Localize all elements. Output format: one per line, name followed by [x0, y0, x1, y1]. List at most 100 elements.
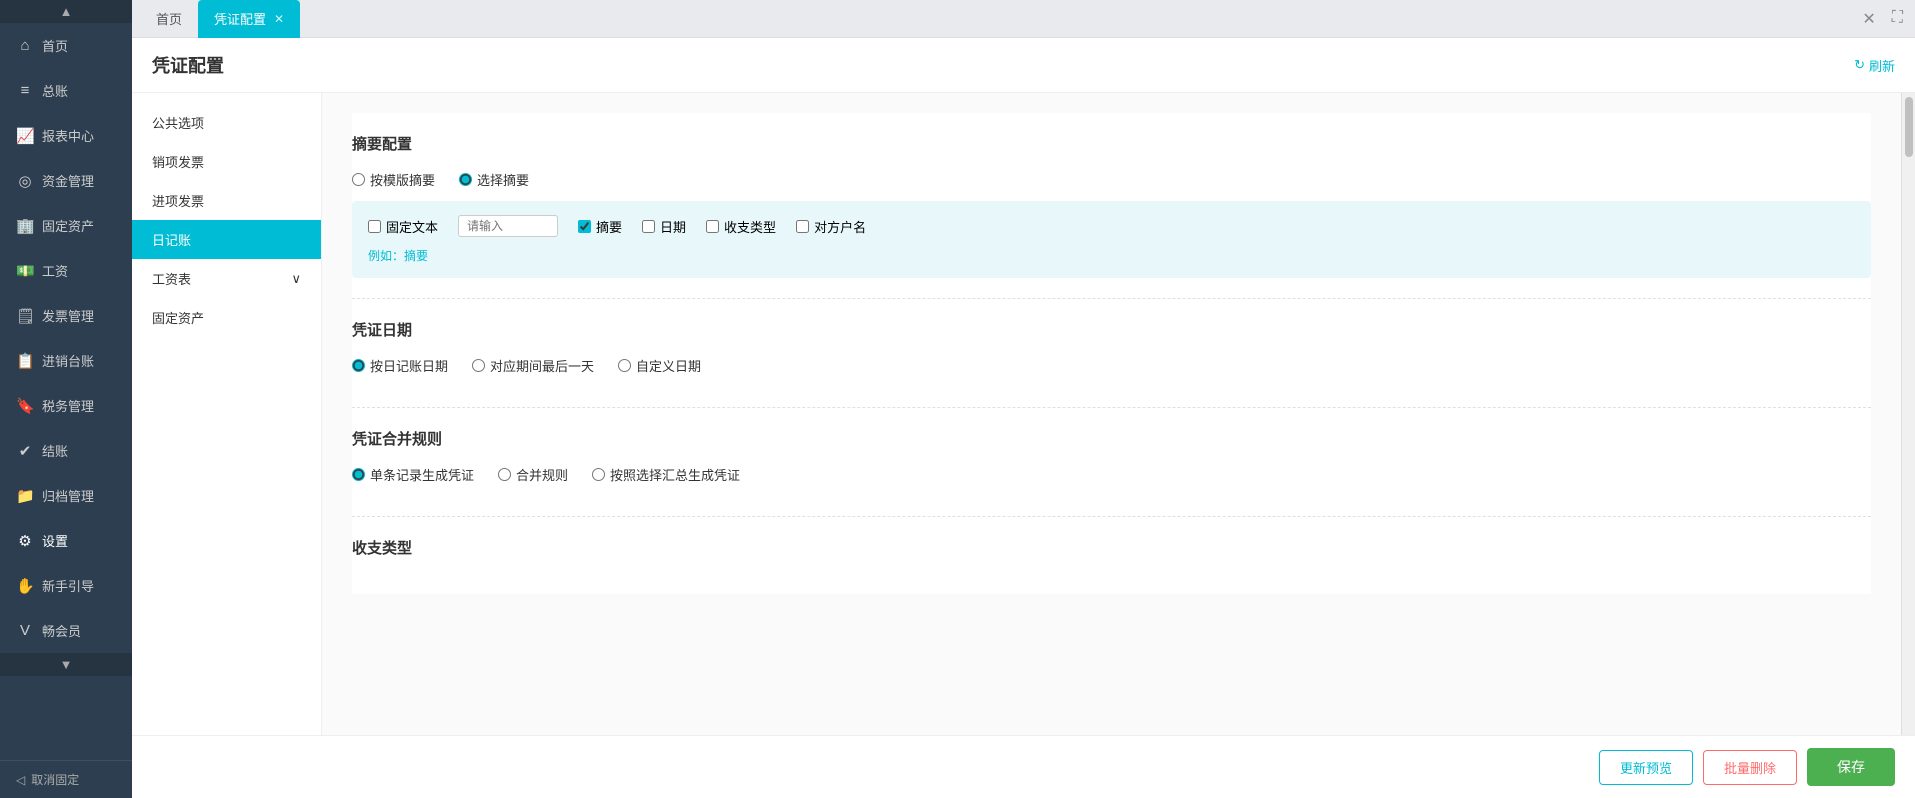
- refresh-icon: ↻: [1854, 57, 1865, 73]
- voucher-merge-radio-group: 单条记录生成凭证 合并规则 按照选择汇总生成凭证: [352, 465, 1871, 484]
- select-summary-radio[interactable]: [459, 173, 472, 186]
- single-record-radio[interactable]: [352, 468, 365, 481]
- home-icon: ⌂: [16, 37, 34, 54]
- by-journal-date-radio[interactable]: [352, 359, 365, 372]
- voucher-date-title: 凭证日期: [352, 319, 1871, 340]
- income-type-checkbox-item[interactable]: 收支类型: [706, 217, 776, 236]
- last-day-option[interactable]: 对应期间最后一天: [472, 356, 594, 375]
- tab-home[interactable]: 首页: [140, 0, 198, 38]
- sidebar-item-reports[interactable]: 📈 报表中心: [0, 113, 132, 158]
- template-summary-radio[interactable]: [352, 173, 365, 186]
- left-nav-fixed-assets[interactable]: 固定资产: [132, 298, 321, 337]
- select-summary-option[interactable]: 选择摘要: [459, 170, 529, 189]
- chevron-down-icon: ∨: [291, 271, 301, 287]
- refresh-button[interactable]: ↻ 刷新: [1854, 56, 1895, 75]
- merge-rules-label: 合并规则: [516, 465, 568, 484]
- main-area: 首页 凭证配置 ✕ ✕ ⛶ 凭证配置 ↻ 刷新 公共选项 销项发票 进项: [132, 0, 1915, 798]
- update-preview-button[interactable]: 更新预览: [1599, 750, 1693, 785]
- by-selection-option[interactable]: 按照选择汇总生成凭证: [592, 465, 740, 484]
- voucher-merge-section: 凭证合并规则 单条记录生成凭证 合并规则 按照选择汇总生成凭证: [352, 408, 1871, 517]
- left-nav-fixed-assets-label: 固定资产: [152, 308, 204, 327]
- sidebar-unpin-button[interactable]: ◁ 取消固定: [0, 760, 132, 798]
- assets-icon: 🏢: [16, 217, 34, 235]
- fixed-text-input[interactable]: [458, 215, 558, 237]
- abstract-checkbox[interactable]: [578, 220, 591, 233]
- custom-date-label: 自定义日期: [636, 356, 701, 375]
- by-selection-label: 按照选择汇总生成凭证: [610, 465, 740, 484]
- merge-rules-radio[interactable]: [498, 468, 511, 481]
- left-nav-payroll[interactable]: 工资表 ∨: [132, 259, 321, 298]
- by-journal-date-option[interactable]: 按日记账日期: [352, 356, 448, 375]
- sidebar-item-home[interactable]: ⌂ 首页: [0, 23, 132, 68]
- left-nav-journal[interactable]: 日记账: [132, 220, 321, 259]
- settle-icon: ✔: [16, 442, 34, 460]
- page-title: 凭证配置: [152, 52, 224, 78]
- sidebar-item-label: 进销台账: [42, 351, 94, 370]
- sidebar-item-sales[interactable]: 📋 进销台账: [0, 338, 132, 383]
- sidebar-item-label: 发票管理: [42, 306, 94, 325]
- fixed-text-checkbox-item[interactable]: 固定文本: [368, 217, 438, 236]
- income-expense-title: 收支类型: [352, 537, 1871, 558]
- custom-date-radio[interactable]: [618, 359, 631, 372]
- left-nav-sales-invoice-label: 销项发票: [152, 152, 204, 171]
- sidebar: ▲ ⌂ 首页 ≡ 总账 📈 报表中心 ◎ 资金管理 🏢 固定资产 💵 工资 🗒 …: [0, 0, 132, 798]
- sidebar-item-settle[interactable]: ✔ 结账: [0, 428, 132, 473]
- by-selection-radio[interactable]: [592, 468, 605, 481]
- counterpart-name-checkbox[interactable]: [796, 220, 809, 233]
- voucher-date-radio-group: 按日记账日期 对应期间最后一天 自定义日期: [352, 356, 1871, 375]
- funds-icon: ◎: [16, 172, 34, 190]
- scrollbar-thumb[interactable]: [1905, 97, 1913, 157]
- abstract-checkbox-item[interactable]: 摘要: [578, 217, 622, 236]
- sidebar-scroll-down[interactable]: ▼: [0, 653, 132, 676]
- sidebar-item-archive[interactable]: 📁 归档管理: [0, 473, 132, 518]
- left-nav-purchase-invoice-label: 进项发票: [152, 191, 204, 210]
- sidebar-item-funds[interactable]: ◎ 资金管理: [0, 158, 132, 203]
- sidebar-item-label: 畅会员: [42, 621, 81, 640]
- sidebar-item-guide[interactable]: ✋ 新手引导: [0, 563, 132, 608]
- sidebar-item-label: 首页: [42, 36, 68, 55]
- left-nav: 公共选项 销项发票 进项发票 日记账 工资表 ∨ 固定资产: [132, 93, 322, 735]
- income-type-checkbox[interactable]: [706, 220, 719, 233]
- footer-bar: 更新预览 批量删除 保存: [132, 735, 1915, 798]
- sidebar-item-label: 新手引导: [42, 576, 94, 595]
- batch-delete-button[interactable]: 批量删除: [1703, 750, 1797, 785]
- sales-icon: 📋: [16, 352, 34, 370]
- sidebar-item-ledger[interactable]: ≡ 总账: [0, 68, 132, 113]
- sidebar-bottom-label: 取消固定: [31, 771, 79, 788]
- summary-config-title: 摘要配置: [352, 133, 1871, 154]
- window-expand-icon[interactable]: ⛶: [1888, 7, 1907, 31]
- tab-close-icon[interactable]: ✕: [274, 12, 284, 26]
- last-day-radio[interactable]: [472, 359, 485, 372]
- sidebar-item-label: 总账: [42, 81, 68, 100]
- custom-date-option[interactable]: 自定义日期: [618, 356, 701, 375]
- by-journal-date-label: 按日记账日期: [370, 356, 448, 375]
- left-nav-purchase-invoice[interactable]: 进项发票: [132, 181, 321, 220]
- left-nav-sales-invoice[interactable]: 销项发票: [132, 142, 321, 181]
- date-checkbox-item[interactable]: 日期: [642, 217, 686, 236]
- template-summary-option[interactable]: 按模版摘要: [352, 170, 435, 189]
- left-nav-public[interactable]: 公共选项: [132, 103, 321, 142]
- single-record-option[interactable]: 单条记录生成凭证: [352, 465, 474, 484]
- date-checkbox[interactable]: [642, 220, 655, 233]
- sidebar-item-settings[interactable]: ⚙ 设置: [0, 518, 132, 563]
- fixed-text-checkbox[interactable]: [368, 220, 381, 233]
- sidebar-item-label: 归档管理: [42, 486, 94, 505]
- select-summary-label: 选择摘要: [477, 170, 529, 189]
- counterpart-name-checkbox-item[interactable]: 对方户名: [796, 217, 866, 236]
- member-icon: V: [16, 622, 34, 639]
- merge-rules-option[interactable]: 合并规则: [498, 465, 568, 484]
- window-close-icon[interactable]: ✕: [1858, 7, 1879, 31]
- summary-options-box: 固定文本 摘要 日期 收支类型: [352, 201, 1871, 278]
- tab-voucher-config[interactable]: 凭证配置 ✕: [198, 0, 300, 38]
- sidebar-item-invoice[interactable]: 🗒 发票管理: [0, 293, 132, 338]
- sidebar-item-assets[interactable]: 🏢 固定资产: [0, 203, 132, 248]
- sidebar-item-label: 工资: [42, 261, 68, 280]
- summary-checkboxes: 固定文本 摘要 日期 收支类型: [368, 215, 1855, 237]
- abstract-label: 摘要: [596, 217, 622, 236]
- sidebar-item-member[interactable]: V 畅会员: [0, 608, 132, 653]
- sidebar-item-salary[interactable]: 💵 工资: [0, 248, 132, 293]
- sidebar-scroll-up[interactable]: ▲: [0, 0, 132, 23]
- sidebar-item-tax[interactable]: 🔖 税务管理: [0, 383, 132, 428]
- right-content: 摘要配置 按模版摘要 选择摘要 固定文本: [322, 93, 1901, 735]
- save-button[interactable]: 保存: [1807, 748, 1895, 786]
